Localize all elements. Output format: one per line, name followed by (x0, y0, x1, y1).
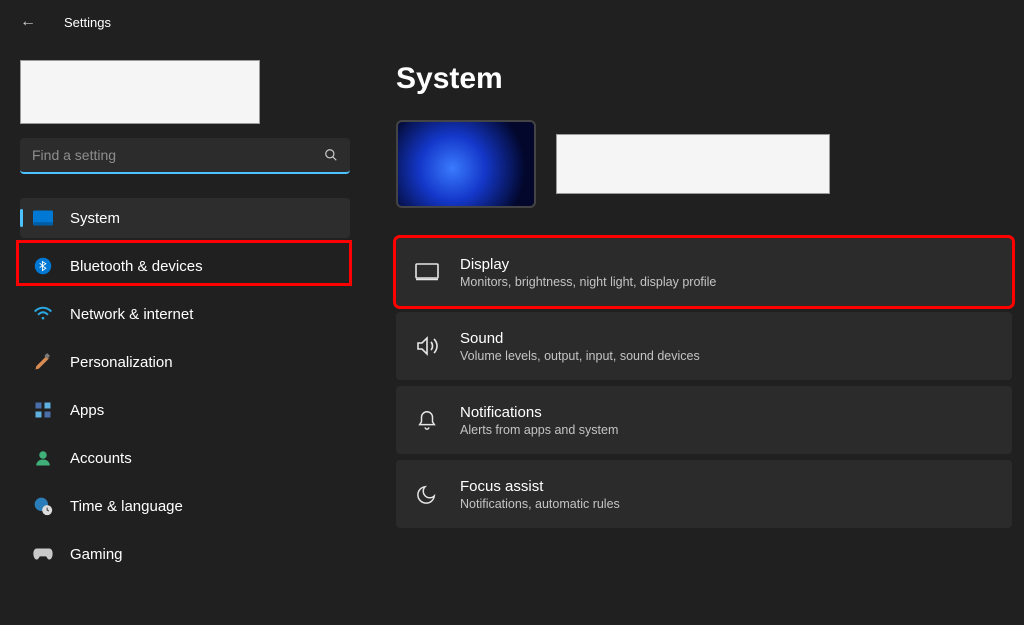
search-icon (324, 148, 338, 162)
display-icon (414, 263, 440, 281)
sidebar-item-network[interactable]: Network & internet (20, 294, 350, 334)
moon-icon (414, 483, 440, 505)
sidebar-item-label: Bluetooth & devices (70, 258, 203, 275)
system-icon (32, 207, 54, 229)
settings-card-display[interactable]: Display Monitors, brightness, night ligh… (396, 238, 1012, 306)
bell-icon (414, 409, 440, 431)
wifi-icon (32, 303, 54, 325)
device-thumbnail[interactable] (396, 120, 536, 208)
card-title: Notifications (460, 404, 618, 421)
settings-card-sound[interactable]: Sound Volume levels, output, input, soun… (396, 312, 1012, 380)
sidebar-item-personalization[interactable]: Personalization (20, 342, 350, 382)
main-panel: System Display Monitors, brightness, nig… (360, 42, 1024, 625)
settings-card-focus-assist[interactable]: Focus assist Notifications, automatic ru… (396, 460, 1012, 528)
sidebar-item-accounts[interactable]: Accounts (20, 438, 350, 478)
card-subtitle: Monitors, brightness, night light, displ… (460, 275, 716, 289)
apps-icon (32, 399, 54, 421)
gamepad-icon (32, 543, 54, 565)
card-subtitle: Alerts from apps and system (460, 423, 618, 437)
sidebar-item-label: Network & internet (70, 306, 193, 323)
card-subtitle: Volume levels, output, input, sound devi… (460, 349, 700, 363)
page-title: System (396, 62, 1014, 96)
globe-clock-icon (32, 495, 54, 517)
sidebar-item-time-language[interactable]: Time & language (20, 486, 350, 526)
bluetooth-icon (32, 255, 54, 277)
window-title: Settings (64, 15, 111, 30)
card-title: Focus assist (460, 478, 620, 495)
sidebar-item-system[interactable]: System (20, 198, 350, 238)
sidebar-item-apps[interactable]: Apps (20, 390, 350, 430)
sidebar-item-label: Accounts (70, 450, 132, 467)
sidebar-item-label: Apps (70, 402, 104, 419)
back-arrow-icon[interactable]: ← (20, 13, 36, 31)
card-title: Sound (460, 330, 700, 347)
device-info-card[interactable] (556, 134, 830, 194)
sidebar-item-gaming[interactable]: Gaming (20, 534, 350, 574)
card-subtitle: Notifications, automatic rules (460, 497, 620, 511)
sidebar-item-label: System (70, 210, 120, 227)
sidebar: System Bluetooth & devices Network & int… (0, 42, 360, 625)
settings-card-notifications[interactable]: Notifications Alerts from apps and syste… (396, 386, 1012, 454)
person-icon (32, 447, 54, 469)
account-card[interactable] (20, 60, 260, 124)
sidebar-item-label: Gaming (70, 546, 123, 563)
sound-icon (414, 336, 440, 356)
sidebar-item-label: Time & language (70, 498, 183, 515)
device-summary-row (396, 120, 1014, 208)
search-box[interactable] (20, 138, 350, 174)
card-title: Display (460, 256, 716, 273)
sidebar-item-label: Personalization (70, 354, 173, 371)
search-input[interactable] (32, 138, 324, 172)
sidebar-item-bluetooth[interactable]: Bluetooth & devices (20, 246, 350, 286)
paintbrush-icon (32, 351, 54, 373)
